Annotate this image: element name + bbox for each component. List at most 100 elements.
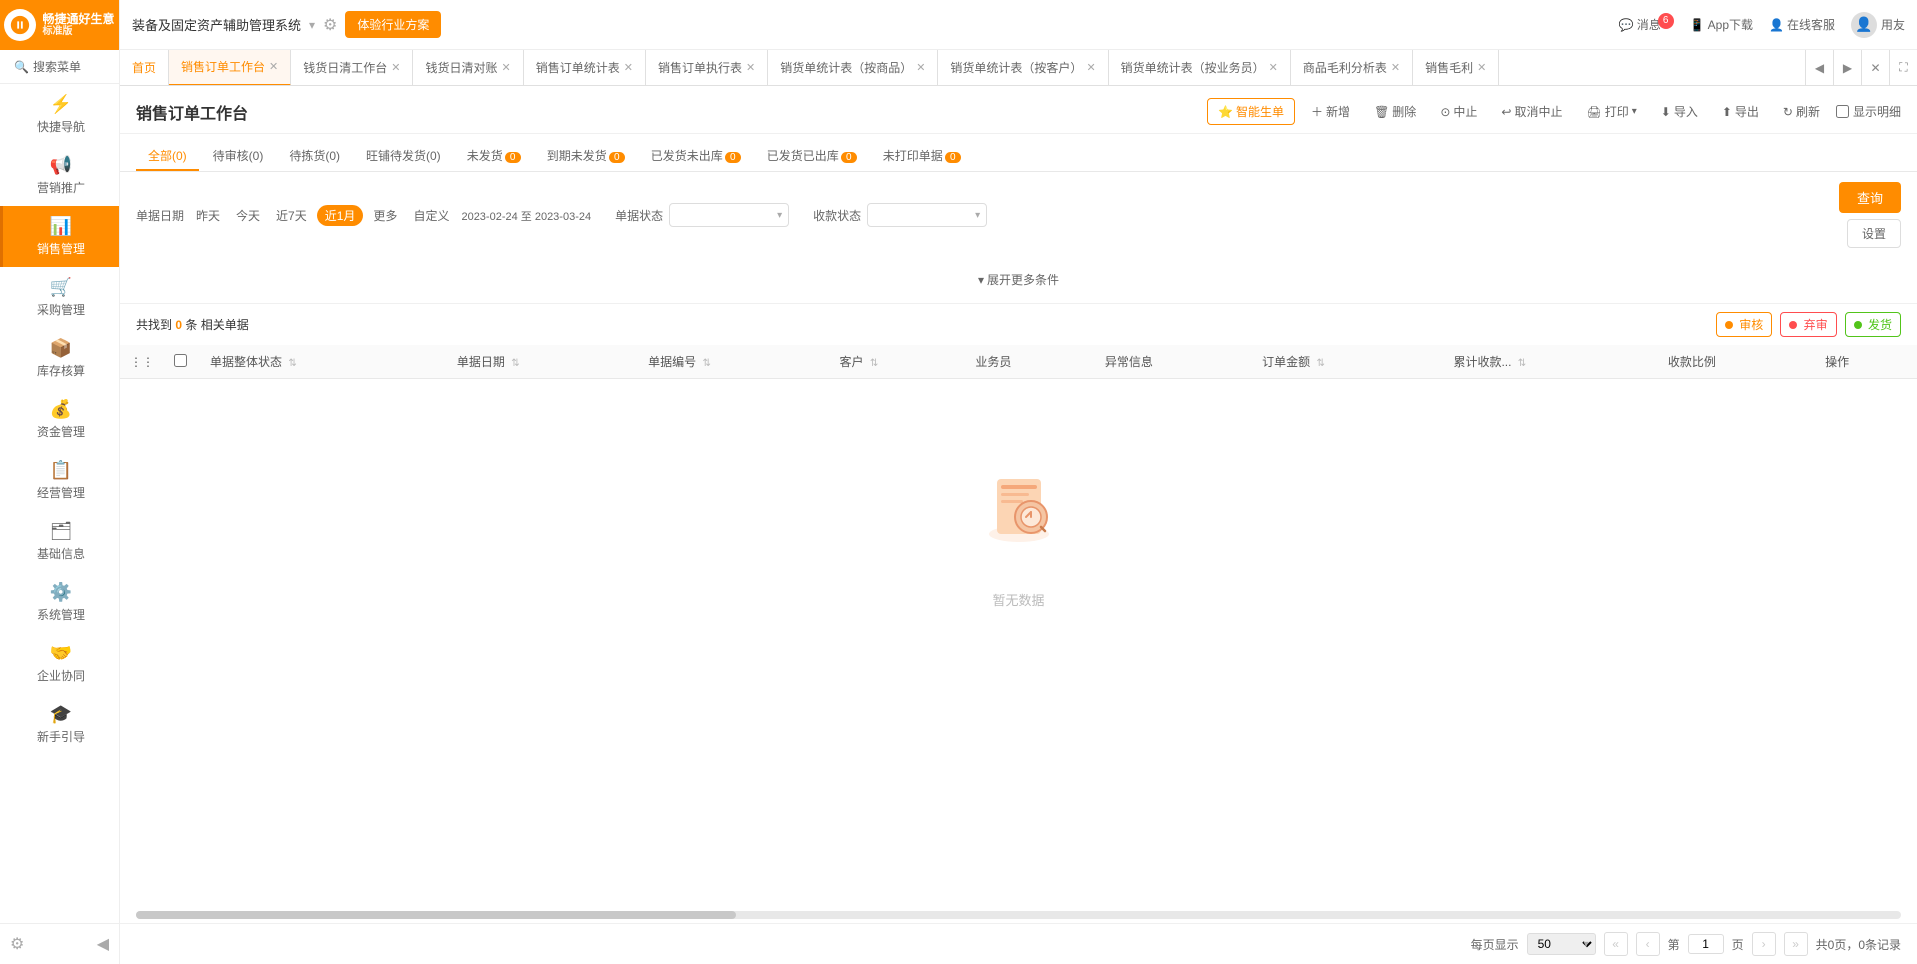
date-btn-1month[interactable]: 近1月 — [317, 205, 364, 226]
tab-sales-stats[interactable]: 销售订单统计表 ✕ — [524, 50, 646, 86]
reject-button[interactable]: 弃审 — [1780, 312, 1836, 337]
stop-button[interactable]: ⊙ 中止 — [1432, 99, 1485, 124]
refresh-button[interactable]: ↻ 刷新 — [1775, 99, 1828, 124]
subtab-pending-review[interactable]: 待审核(0) — [201, 142, 276, 171]
show-detail-checkbox[interactable] — [1836, 105, 1849, 118]
tab-close-sales-exec[interactable]: ✕ — [746, 61, 755, 74]
smart-generate-button[interactable]: ⭐ 智能生单 — [1207, 98, 1295, 125]
page-header: 销售订单工作台 ⭐ 智能生单 ＋ 新增 🗑 删除 ⊙ — [120, 86, 1917, 134]
page-first-btn[interactable]: « — [1604, 932, 1628, 956]
tab-daily-reconcile[interactable]: 钱货日清对账 ✕ — [413, 50, 523, 86]
tab-close-daily-reconcile[interactable]: ✕ — [502, 61, 511, 74]
online-service-action[interactable]: 👤 在线客服 — [1769, 16, 1835, 33]
tab-home[interactable]: 首页 — [120, 50, 169, 86]
sidebar-item-guide[interactable]: 🎓 新手引导 — [0, 694, 119, 755]
subtab-unprinted[interactable]: 未打印单据0 — [871, 142, 973, 171]
payment-select[interactable] — [867, 203, 987, 227]
delete-button[interactable]: 🗑 删除 — [1366, 99, 1424, 124]
page-prev-btn[interactable]: ‹ — [1636, 932, 1660, 956]
export-button[interactable]: ⬆ 导出 — [1714, 99, 1767, 124]
ship-button[interactable]: 发货 — [1845, 312, 1901, 337]
tab-maximize[interactable]: ⛶ — [1889, 50, 1917, 86]
tab-close-daily-clear[interactable]: ✕ — [391, 61, 400, 74]
status-select[interactable] — [669, 203, 789, 227]
subtab-pending-pick[interactable]: 待拣货(0) — [277, 142, 352, 171]
sort-icon-cumulative[interactable]: ⇅ — [1518, 358, 1526, 369]
dropdown-icon[interactable]: ▾ — [309, 18, 315, 32]
query-button[interactable]: 查询 — [1839, 182, 1901, 213]
date-btn-7days[interactable]: 近7天 — [270, 205, 313, 226]
sidebar-item-quick-nav[interactable]: ⚡ 快捷导航 — [0, 84, 119, 145]
sidebar-item-finance[interactable]: 💰 资金管理 — [0, 389, 119, 450]
user-info[interactable]: 👤 用友 — [1851, 12, 1905, 38]
sidebar-item-inventory[interactable]: 📦 库存核算 — [0, 328, 119, 389]
sidebar-item-marketing[interactable]: 📢 营销推广 — [0, 145, 119, 206]
expand-conditions-btn[interactable]: ▾ 展开更多条件 — [966, 266, 1071, 293]
app-download-action[interactable]: 📱 App下载 — [1690, 16, 1753, 33]
tab-sales-by-customer[interactable]: 销货单统计表（按客户） ✕ — [938, 50, 1108, 86]
page-next-btn[interactable]: › — [1752, 932, 1776, 956]
page-last-btn[interactable]: » — [1784, 932, 1808, 956]
header-actions: 💬 消息 6 📱 App下载 👤 在线客服 👤 用友 — [1619, 12, 1905, 38]
tab-close-sales-gross[interactable]: ✕ — [1477, 61, 1486, 74]
per-page-select[interactable]: 10 20 50 100 — [1527, 933, 1596, 955]
settings-btn[interactable]: ⚙ — [323, 15, 337, 35]
subtab-unshipped[interactable]: 未发货0 — [455, 142, 533, 171]
sidebar-item-system[interactable]: ⚙️ 系统管理 — [0, 572, 119, 633]
date-btn-custom[interactable]: 自定义 — [407, 205, 455, 226]
select-all-checkbox[interactable] — [174, 354, 187, 367]
horizontal-scrollbar[interactable] — [136, 911, 1901, 919]
sidebar-item-collab[interactable]: 🤝 企业协同 — [0, 633, 119, 694]
review-button[interactable]: 审核 — [1716, 312, 1772, 337]
tab-close-sales-by-staff[interactable]: ✕ — [1269, 61, 1278, 74]
subtab-all[interactable]: 全部(0) — [136, 142, 199, 171]
tab-scroll-right[interactable]: ▶ — [1833, 50, 1861, 86]
tab-daily-clear[interactable]: 钱货日清工作台 ✕ — [291, 50, 413, 86]
tab-close-sales-by-customer[interactable]: ✕ — [1086, 61, 1095, 74]
tab-sales-workbench[interactable]: 销售订单工作台 ✕ — [169, 50, 291, 86]
sidebar-item-ops[interactable]: 📋 经营管理 — [0, 450, 119, 511]
subtab-shipped-not-outstocked[interactable]: 已发货未出库0 — [639, 142, 753, 171]
sort-icon-amount[interactable]: ⇅ — [1316, 358, 1324, 369]
th-status: 单据整体状态 ⇅ — [200, 345, 447, 379]
sidebar-item-sales[interactable]: 📊 销售管理 — [0, 206, 119, 267]
tab-sales-exec[interactable]: 销售订单执行表 ✕ — [646, 50, 768, 86]
import-button[interactable]: ⬇ 导入 — [1653, 99, 1706, 124]
tab-sales-gross[interactable]: 销售毛利 ✕ — [1413, 50, 1499, 86]
sort-icon-customer[interactable]: ⇅ — [870, 358, 878, 369]
sort-icon-number[interactable]: ⇅ — [703, 358, 711, 369]
tab-close-sales-workbench[interactable]: ✕ — [269, 60, 278, 73]
experience-button[interactable]: 体验行业方案 — [345, 11, 441, 38]
subtab-wangpu-pending[interactable]: 旺铺待发货(0) — [354, 142, 453, 171]
cancel-stop-button[interactable]: ↩ 取消中止 — [1493, 99, 1570, 124]
tab-sales-by-product[interactable]: 销货单统计表（按商品） ✕ — [768, 50, 938, 86]
date-btn-today[interactable]: 今天 — [230, 205, 266, 226]
sidebar-item-purchase[interactable]: 🛒 采购管理 — [0, 267, 119, 328]
tab-close-all[interactable]: ✕ — [1861, 50, 1889, 86]
collapse-icon[interactable]: ◀ — [97, 934, 109, 954]
empty-icon — [969, 459, 1069, 578]
sort-icon-date[interactable]: ⇅ — [511, 358, 519, 369]
tab-close-sales-by-product[interactable]: ✕ — [916, 61, 925, 74]
tab-sales-by-staff[interactable]: 销货单统计表（按业务员） ✕ — [1109, 50, 1291, 86]
set-button[interactable]: 设置 — [1847, 219, 1901, 248]
search-menu[interactable]: 🔍 搜索菜单 — [0, 50, 119, 84]
tab-profit-analysis[interactable]: 商品毛利分析表 ✕ — [1291, 50, 1413, 86]
new-button[interactable]: ＋ 新增 — [1303, 99, 1358, 124]
marketing-icon: 📢 — [50, 155, 72, 176]
subtab-shipped-outstocked[interactable]: 已发货已出库0 — [755, 142, 869, 171]
date-btn-yesterday[interactable]: 昨天 — [190, 205, 226, 226]
date-btn-more[interactable]: 更多 — [367, 205, 403, 226]
tab-close-profit-analysis[interactable]: ✕ — [1391, 61, 1400, 74]
scrollbar-thumb[interactable] — [136, 911, 736, 919]
tab-close-sales-stats[interactable]: ✕ — [624, 61, 633, 74]
settings-icon[interactable]: ⚙ — [10, 934, 24, 954]
page-number-input[interactable] — [1688, 934, 1724, 954]
print-button[interactable]: 🖨 打印 ▾ — [1578, 99, 1644, 124]
tab-scroll-left[interactable]: ◀ — [1805, 50, 1833, 86]
reject-dot — [1789, 321, 1797, 329]
sidebar-item-basic[interactable]: 🗂 基础信息 — [0, 511, 119, 572]
sort-icon-status[interactable]: ⇅ — [288, 358, 296, 369]
subtab-overdue-unshipped[interactable]: 到期未发货0 — [535, 142, 637, 171]
message-action[interactable]: 💬 消息 6 — [1619, 16, 1674, 33]
